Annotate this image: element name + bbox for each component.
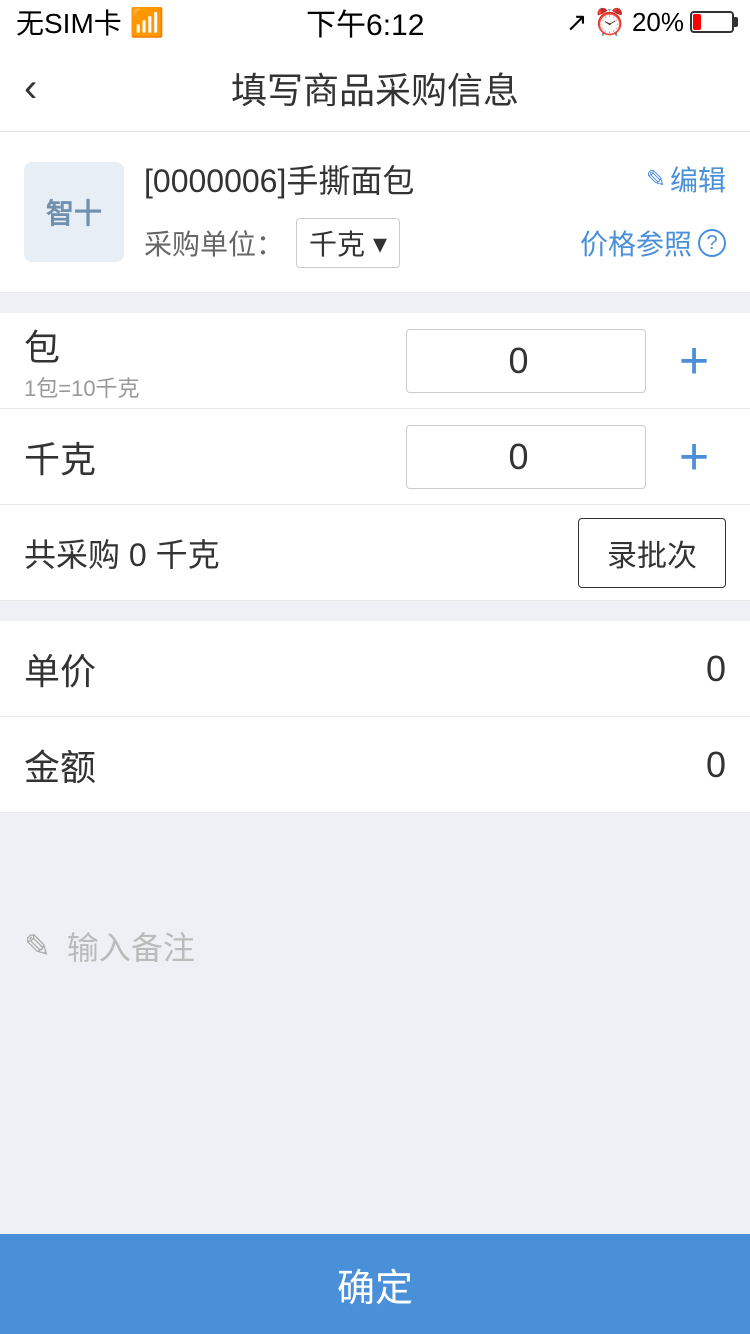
- bag-quantity-input[interactable]: [406, 329, 646, 393]
- carrier-label: 无SIM卡: [16, 2, 122, 42]
- kg-quantity-input[interactable]: [406, 425, 646, 489]
- status-bar-time: 下午6:12: [306, 0, 424, 44]
- price-section: 单价 0 金额 0: [0, 621, 750, 813]
- note-placeholder: 输入备注: [67, 923, 195, 969]
- edit-button[interactable]: ✎ 编辑: [646, 159, 726, 199]
- amount-label: 金额: [24, 739, 96, 791]
- product-name: [0000006]手撕面包: [144, 156, 414, 202]
- note-section[interactable]: ✎ 输入备注: [0, 813, 750, 1079]
- divider-band-2: [0, 601, 750, 621]
- form-section: 包 1包=10千克 + 千克 + 共采购 0 千克 录批次: [0, 313, 750, 601]
- summary-row: 共采购 0 千克 录批次: [0, 505, 750, 601]
- summary-text: 共采购 0 千克: [24, 530, 220, 576]
- unit-dropdown[interactable]: 千克 ▾: [296, 218, 400, 268]
- price-ref-label: 价格参照: [580, 223, 692, 263]
- batch-button[interactable]: 录批次: [578, 518, 726, 588]
- wifi-icon: 📶: [130, 6, 165, 39]
- chevron-down-icon: ▾: [373, 227, 387, 260]
- battery-percent: 20%: [632, 7, 684, 38]
- nav-title: 填写商品采购信息: [231, 62, 519, 114]
- amount-value: 0: [706, 744, 726, 786]
- confirm-label: 确定: [337, 1257, 413, 1312]
- kg-label: 千克: [24, 431, 144, 483]
- edit-icon: ✎: [646, 165, 666, 194]
- unit-price-row: 单价 0: [0, 621, 750, 717]
- divider-band-1: [0, 293, 750, 313]
- location-icon: ↗: [566, 7, 588, 38]
- status-bar-left: 无SIM卡 📶: [16, 2, 165, 42]
- bag-input-area: +: [144, 329, 726, 393]
- bag-label: 包: [24, 319, 144, 371]
- bag-sub-label: 1包=10千克: [24, 371, 144, 403]
- bag-plus-button[interactable]: +: [662, 329, 726, 393]
- unit-selector-area: 采购单位： 千克 ▾: [144, 218, 400, 268]
- alarm-icon: ⏰: [594, 7, 626, 38]
- content-area: 智十 [0000006]手撕面包 ✎ 编辑 采购单位： 千克 ▾: [0, 132, 750, 1234]
- status-bar-right: ↗ ⏰ 20%: [566, 7, 734, 38]
- unit-price-value: 0: [706, 648, 726, 690]
- kg-input-area: +: [144, 425, 726, 489]
- bottom-spacer: [0, 1079, 750, 1235]
- kg-row: 千克 +: [0, 409, 750, 505]
- price-ref-button[interactable]: 价格参照 ?: [580, 223, 726, 263]
- battery-icon: [690, 11, 734, 33]
- product-card: 智十 [0000006]手撕面包 ✎ 编辑 采购单位： 千克 ▾: [0, 132, 750, 293]
- status-bar: 无SIM卡 📶 下午6:12 ↗ ⏰ 20%: [0, 0, 750, 44]
- product-name-row: [0000006]手撕面包 ✎ 编辑: [144, 156, 726, 202]
- note-pencil-icon: ✎: [24, 927, 51, 965]
- edit-label: 编辑: [670, 159, 726, 199]
- help-icon: ?: [698, 229, 726, 257]
- back-button[interactable]: ‹: [24, 60, 53, 116]
- unit-label: 采购单位：: [144, 223, 284, 263]
- product-unit-row: 采购单位： 千克 ▾ 价格参照 ?: [144, 218, 726, 268]
- bag-label-area: 包 1包=10千克: [24, 319, 144, 403]
- unit-price-label: 单价: [24, 643, 96, 695]
- confirm-button[interactable]: 确定: [0, 1234, 750, 1334]
- product-logo: 智十: [24, 162, 124, 262]
- product-info: [0000006]手撕面包 ✎ 编辑 采购单位： 千克 ▾ 价格参照: [144, 156, 726, 268]
- kg-plus-button[interactable]: +: [662, 425, 726, 489]
- kg-label-area: 千克: [24, 431, 144, 483]
- nav-bar: ‹ 填写商品采购信息: [0, 44, 750, 132]
- amount-row: 金额 0: [0, 717, 750, 813]
- bag-row: 包 1包=10千克 +: [0, 313, 750, 409]
- unit-value: 千克: [309, 223, 365, 263]
